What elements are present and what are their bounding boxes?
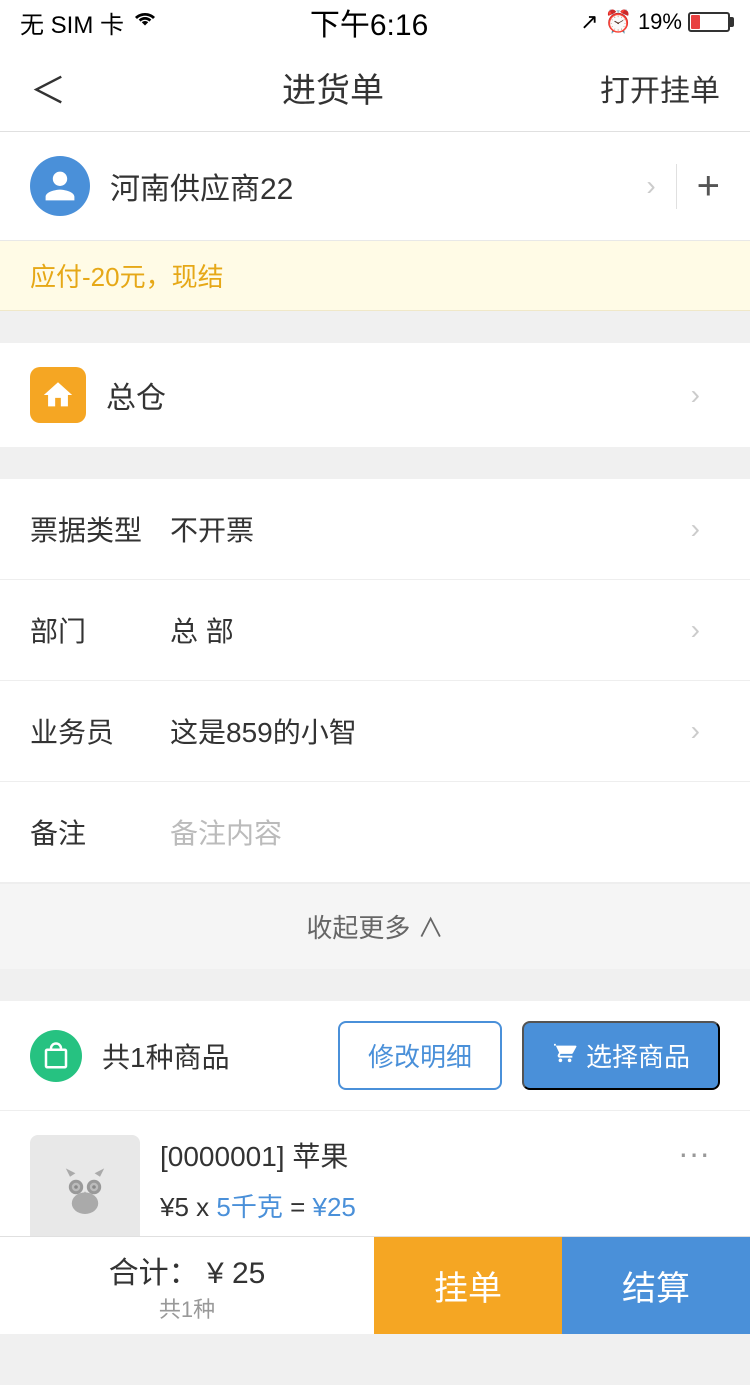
dept-chevron-icon: ›: [691, 614, 700, 646]
divider2: [0, 463, 750, 479]
product-info: [0000001] 苹果 ¥5 x 5千克 = ¥25: [160, 1135, 648, 1224]
carrier-text: 无 SIM 卡: [20, 5, 124, 40]
settle-label: 结算: [622, 1261, 690, 1310]
warehouse-chevron-icon: ›: [691, 379, 700, 411]
battery-percent: 19%: [638, 9, 682, 35]
status-time: 下午6:16: [310, 0, 428, 44]
warehouse-section: 总仓 ›: [0, 343, 750, 447]
hang-button[interactable]: 挂单: [374, 1237, 562, 1334]
price-unit: ¥5 x: [160, 1192, 216, 1222]
open-hang-button[interactable]: 打开挂单: [600, 66, 720, 110]
ticket-value: 不开票: [170, 509, 691, 549]
nav-bar: ＜ 进货单 打开挂单: [0, 44, 750, 132]
footer-total: 合计： ¥ 25 共1种: [0, 1237, 374, 1334]
status-left: 无 SIM 卡: [20, 5, 158, 40]
status-right: ↗ ⏰ 19%: [580, 9, 730, 35]
price-equals: =: [290, 1192, 312, 1222]
select-product-button[interactable]: 选择商品: [522, 1021, 720, 1090]
alarm-icon: ⏰: [605, 9, 632, 35]
warehouse-icon: [30, 367, 86, 423]
product-count-icon: [30, 1030, 82, 1082]
form-row-sales[interactable]: 业务员 这是859的小智 ›: [0, 681, 750, 782]
location-icon: ↗: [580, 9, 598, 35]
product-count-text: 共1种商品: [102, 1036, 318, 1076]
more-options-button[interactable]: ···: [668, 1135, 720, 1172]
select-icon: [552, 1040, 578, 1071]
footer-count: 共1种: [159, 1292, 215, 1324]
supplier-row[interactable]: 河南供应商22 › +: [0, 132, 750, 241]
supplier-name: 河南供应商22: [110, 164, 646, 208]
supplier-section: 河南供应商22 › + 应付-20元，现结: [0, 132, 750, 311]
total-amount: ¥ 25: [207, 1257, 265, 1290]
collapse-text: 收起更多 ∧: [306, 913, 443, 943]
price-total: ¥25: [313, 1192, 356, 1222]
add-supplier-button[interactable]: +: [676, 164, 720, 209]
total-label: 合计：: [109, 1257, 199, 1290]
footer-total-main: 合计： ¥ 25: [109, 1248, 266, 1292]
ticket-label: 票据类型: [30, 509, 150, 549]
product-thumbnail: [30, 1135, 140, 1245]
product-code: [0000001]: [160, 1141, 292, 1172]
dept-label: 部门: [30, 610, 150, 650]
divider: [0, 327, 750, 343]
ticket-chevron-icon: ›: [691, 513, 700, 545]
product-section: 共1种商品 修改明细 选择商品: [0, 1001, 750, 1269]
product-name: [0000001] 苹果: [160, 1135, 648, 1175]
remark-value: 备注内容: [170, 812, 720, 852]
product-header: 共1种商品 修改明细 选择商品: [0, 1001, 750, 1111]
divider3: [0, 985, 750, 1001]
select-product-label: 选择商品: [586, 1037, 690, 1074]
back-button[interactable]: ＜: [30, 62, 66, 114]
wifi-icon: [132, 8, 158, 36]
sales-chevron-icon: ›: [691, 715, 700, 747]
collapse-button[interactable]: 收起更多 ∧: [0, 883, 750, 969]
cart-icon: [552, 1042, 578, 1064]
battery-icon: [688, 12, 730, 32]
warehouse-name: 总仓: [106, 373, 691, 417]
supplier-notice: 应付-20元，现结: [0, 241, 750, 311]
sales-value: 这是859的小智: [170, 711, 691, 751]
form-section: 票据类型 不开票 › 部门 总 部 › 业务员 这是859的小智 › 备注 备注…: [0, 479, 750, 969]
footer: 合计： ¥ 25 共1种 挂单 结算: [0, 1236, 750, 1334]
chevron-right-icon: ›: [646, 170, 655, 202]
form-row-remark[interactable]: 备注 备注内容: [0, 782, 750, 883]
dept-value: 总 部: [170, 610, 691, 650]
owl-logo: [55, 1160, 115, 1220]
remark-label: 备注: [30, 812, 150, 852]
form-row-ticket[interactable]: 票据类型 不开票 ›: [0, 479, 750, 580]
form-row-dept[interactable]: 部门 总 部 ›: [0, 580, 750, 681]
page-title: 进货单: [282, 63, 384, 112]
sales-label: 业务员: [30, 711, 150, 751]
main-content: 河南供应商22 › + 应付-20元，现结 总仓 › 票据类型 不开票 › 部门: [0, 132, 750, 1385]
price-qty: 5千克: [216, 1192, 282, 1222]
shopping-bag-icon: [41, 1041, 71, 1071]
hang-label: 挂单: [434, 1261, 502, 1310]
product-price: ¥5 x 5千克 = ¥25: [160, 1187, 648, 1224]
warehouse-row[interactable]: 总仓 ›: [0, 343, 750, 447]
status-bar: 无 SIM 卡 下午6:16 ↗ ⏰ 19%: [0, 0, 750, 44]
settle-button[interactable]: 结算: [562, 1237, 750, 1334]
supplier-avatar: [30, 156, 90, 216]
house-icon: [41, 378, 75, 412]
edit-detail-button[interactable]: 修改明细: [338, 1021, 502, 1090]
product-title: 苹果: [292, 1141, 348, 1172]
person-icon: [42, 168, 78, 204]
